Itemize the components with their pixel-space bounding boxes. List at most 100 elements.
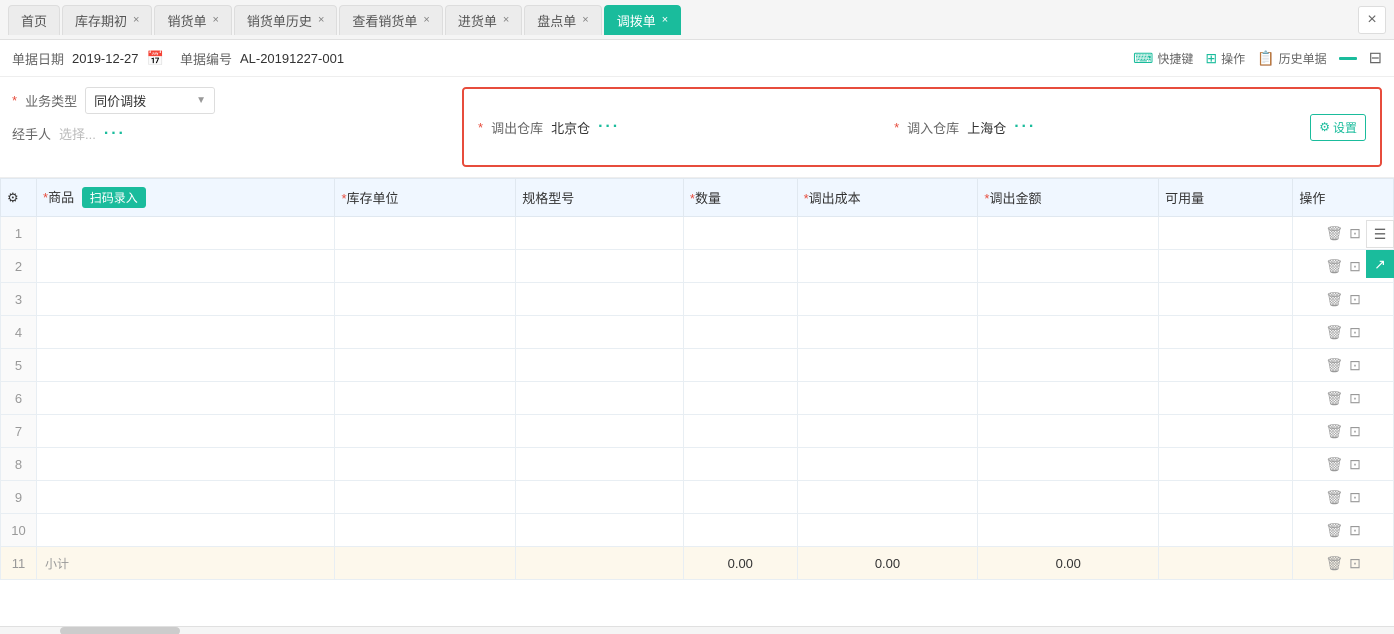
scrollbar-thumb[interactable] [60,627,180,634]
row-available-3[interactable] [1159,283,1293,316]
row-qty-10[interactable] [683,514,797,547]
row-amount-7[interactable] [978,415,1159,448]
row-spec-7[interactable] [516,415,684,448]
row-qty-1[interactable] [683,217,797,250]
delete-row-icon[interactable]: 🗑 [1325,390,1343,407]
row-spec-3[interactable] [516,283,684,316]
horizontal-scrollbar[interactable] [0,626,1394,634]
delete-row-icon[interactable]: 🗑 [1325,324,1343,341]
row-cost-1[interactable] [797,217,978,250]
row-amount-3[interactable] [978,283,1159,316]
delete-row-icon[interactable]: 🗑 [1325,291,1343,308]
row-cost-5[interactable] [797,349,978,382]
row-goods-3[interactable] [37,283,335,316]
row-amount-5[interactable] [978,349,1159,382]
row-qty-6[interactable] [683,382,797,415]
copy-row-icon[interactable]: ⊡ [1349,423,1361,440]
row-unit-6[interactable] [335,382,516,415]
close-tab-sales-order[interactable]: × [212,14,218,26]
tab-inventory-init[interactable]: 库存期初 × [62,5,152,35]
copy-row-icon[interactable]: ⊡ [1349,357,1361,374]
delete-row-icon[interactable]: 🗑 [1325,423,1343,440]
close-tab-transfer[interactable]: × [662,14,668,26]
row-qty-8[interactable] [683,448,797,481]
business-type-select[interactable]: 同价调拨 ▼ [85,87,215,114]
tab-view-sales[interactable]: 查看销货单 × [339,5,442,35]
row-unit-9[interactable] [335,481,516,514]
row-unit-4[interactable] [335,316,516,349]
row-cost-4[interactable] [797,316,978,349]
row-goods-8[interactable] [37,448,335,481]
row-cost-8[interactable] [797,448,978,481]
tab-home[interactable]: 首页 [8,5,60,35]
delete-row-icon[interactable]: 🗑 [1325,225,1343,242]
row-qty-4[interactable] [683,316,797,349]
row-qty-9[interactable] [683,481,797,514]
tab-sales-history[interactable]: 销货单历史 × [234,5,337,35]
row-available-10[interactable] [1159,514,1293,547]
copy-row-icon[interactable]: ⊡ [1349,291,1361,308]
close-tab-stocktaking[interactable]: × [582,14,588,26]
window-close-button[interactable]: × [1358,6,1386,34]
row-available-5[interactable] [1159,349,1293,382]
tab-stocktaking[interactable]: 盘点单 × [524,5,601,35]
row-cost-10[interactable] [797,514,978,547]
copy-icon[interactable]: ⊡ [1349,555,1361,572]
row-goods-2[interactable] [37,250,335,283]
operations-btn[interactable]: ⊞ 操作 [1205,50,1245,67]
row-available-1[interactable] [1159,217,1293,250]
settings-button[interactable]: ⚙ 设置 [1310,114,1366,141]
row-qty-2[interactable] [683,250,797,283]
row-available-8[interactable] [1159,448,1293,481]
row-unit-8[interactable] [335,448,516,481]
row-spec-10[interactable] [516,514,684,547]
delete-row-icon[interactable]: 🗑 [1325,357,1343,374]
row-qty-7[interactable] [683,415,797,448]
row-unit-1[interactable] [335,217,516,250]
shortcuts-btn[interactable]: ⌨ 快捷键 [1133,50,1193,67]
row-cost-2[interactable] [797,250,978,283]
row-goods-10[interactable] [37,514,335,547]
row-amount-8[interactable] [978,448,1159,481]
row-amount-1[interactable] [978,217,1159,250]
row-unit-2[interactable] [335,250,516,283]
col-header-gear[interactable]: ⚙ [1,179,37,217]
row-spec-8[interactable] [516,448,684,481]
row-goods-7[interactable] [37,415,335,448]
row-spec-4[interactable] [516,316,684,349]
row-cost-7[interactable] [797,415,978,448]
delete-row-icon[interactable]: 🗑 [1325,456,1343,473]
row-cost-9[interactable] [797,481,978,514]
row-available-7[interactable] [1159,415,1293,448]
side-list-icon[interactable]: ☰ [1366,220,1394,248]
delete-row-icon[interactable]: 🗑 [1325,489,1343,506]
row-spec-1[interactable] [516,217,684,250]
close-tab-inventory-init[interactable]: × [133,14,139,26]
copy-row-icon[interactable]: ⊡ [1349,489,1361,506]
row-spec-5[interactable] [516,349,684,382]
row-unit-7[interactable] [335,415,516,448]
row-unit-3[interactable] [335,283,516,316]
layout-grid-btn[interactable]: ⊟ [1369,48,1382,68]
side-expand-icon[interactable]: ↗ [1366,250,1394,278]
tab-purchase-order[interactable]: 进货单 × [445,5,522,35]
row-spec-2[interactable] [516,250,684,283]
copy-row-icon[interactable]: ⊡ [1349,258,1361,275]
person-more-btn[interactable]: ··· [104,125,126,143]
row-amount-6[interactable] [978,382,1159,415]
row-amount-4[interactable] [978,316,1159,349]
delete-row-icon[interactable]: 🗑 [1325,522,1343,539]
copy-row-icon[interactable]: ⊡ [1349,390,1361,407]
copy-row-icon[interactable]: ⊡ [1349,456,1361,473]
row-goods-5[interactable] [37,349,335,382]
row-amount-10[interactable] [978,514,1159,547]
calendar-icon[interactable]: 📅 [147,50,164,67]
row-available-6[interactable] [1159,382,1293,415]
person-placeholder[interactable]: 选择... [59,124,96,143]
row-spec-9[interactable] [516,481,684,514]
row-qty-5[interactable] [683,349,797,382]
row-unit-10[interactable] [335,514,516,547]
row-goods-9[interactable] [37,481,335,514]
row-spec-6[interactable] [516,382,684,415]
row-amount-2[interactable] [978,250,1159,283]
